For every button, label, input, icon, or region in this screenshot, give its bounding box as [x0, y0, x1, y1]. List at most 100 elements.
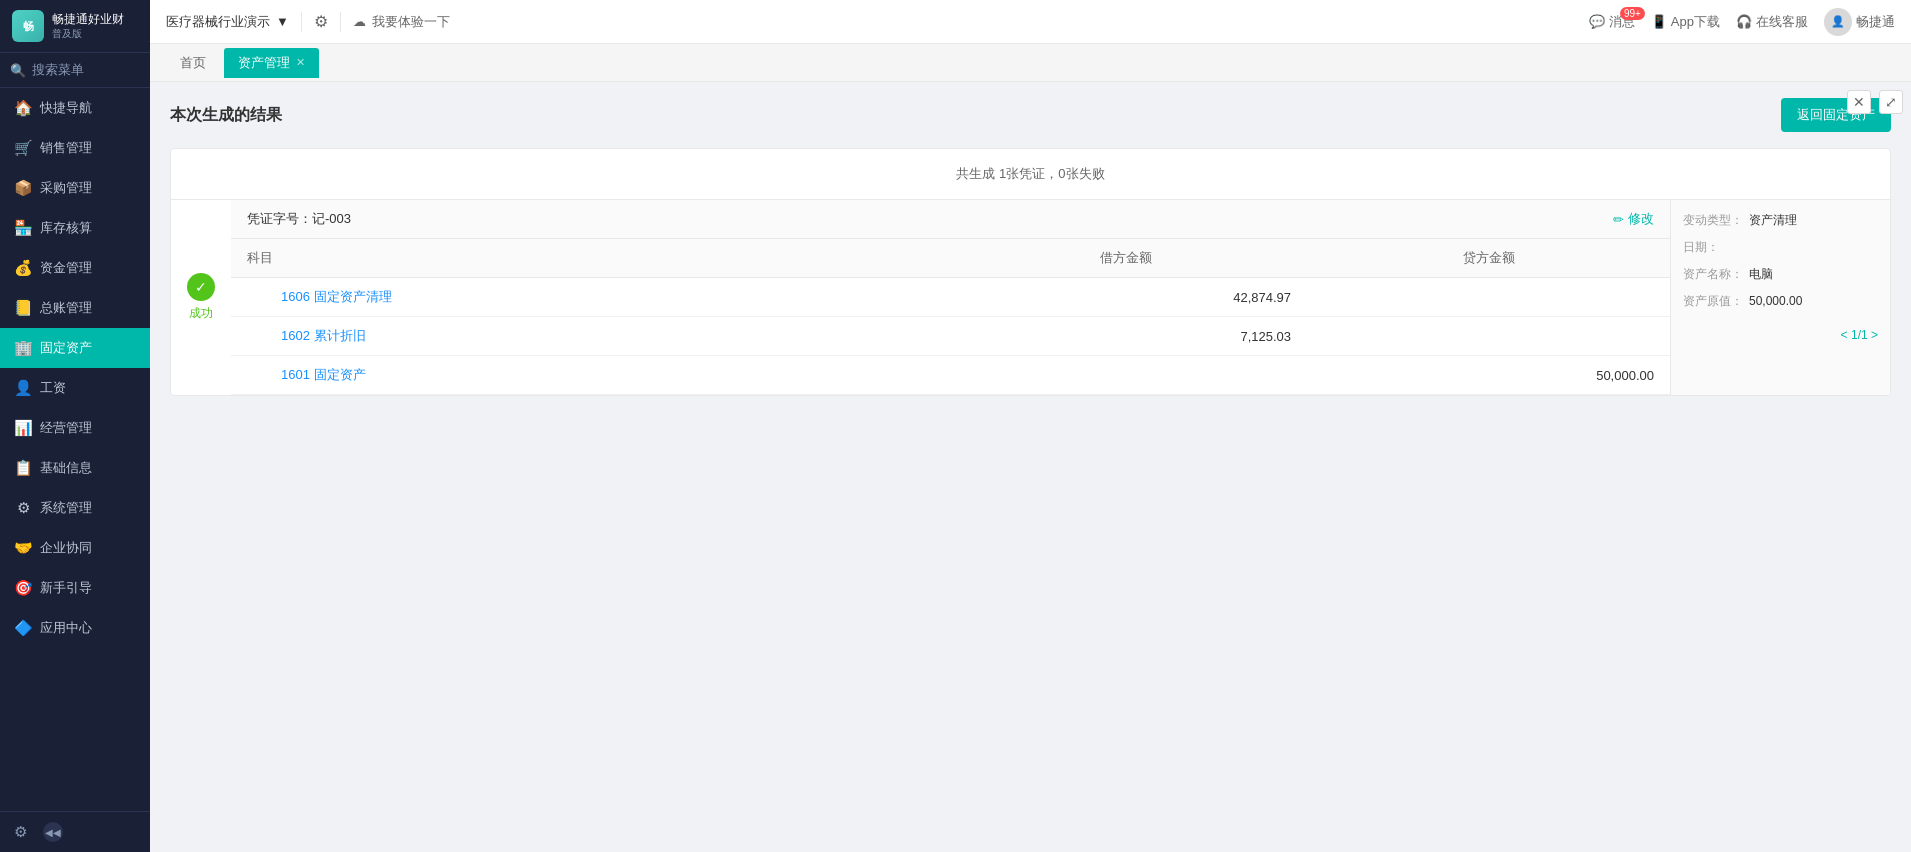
- tab-asset-mgmt-label: 资产管理: [238, 54, 290, 72]
- col-header-credit: 贷方金额: [1307, 239, 1670, 278]
- date-row: 日期：: [1683, 239, 1878, 256]
- topbar-divider2: [340, 12, 341, 32]
- debit-amount: [944, 356, 1307, 395]
- credit-amount: [1307, 278, 1670, 317]
- side-info-panel: 变动类型： 资产清理 日期： 资产名称： 电脑 资产原值： 50,000.00: [1670, 200, 1890, 395]
- edit-button[interactable]: ✏ 修改: [1613, 210, 1654, 228]
- sidebar-item-operations[interactable]: 📊 经营管理: [0, 408, 150, 448]
- messages-badge: 99+: [1620, 7, 1645, 20]
- sidebar-nav: 🛒 销售管理 📦 采购管理 🏪 库存核算 💰 资金管理 📒 总账管理 🏢 固定资…: [0, 128, 150, 811]
- main-content: 医疗器械行业演示 ▼ ⚙ ☁ 我要体验一下 💬 消息 99+ 📱 App下载 🎧…: [150, 0, 1911, 852]
- sidebar-item-label: 销售管理: [40, 139, 92, 157]
- message-icon: 💬: [1589, 14, 1605, 29]
- subject-link[interactable]: 1606 固定资产清理: [281, 289, 392, 304]
- page-title: 本次生成的结果: [170, 105, 282, 126]
- tab-close-icon[interactable]: ✕: [296, 56, 305, 69]
- app-download-button[interactable]: 📱 App下载: [1651, 13, 1720, 31]
- subject-link[interactable]: 1602 累计折旧: [281, 328, 366, 343]
- result-panel: 共生成 1张凭证，0张失败 ✓ 成功 凭证字号：记-003 ✏ 修改: [170, 148, 1891, 396]
- tab-home[interactable]: 首页: [166, 48, 220, 78]
- search-label: 搜索菜单: [32, 61, 84, 79]
- prev-page-icon[interactable]: <: [1841, 328, 1848, 342]
- settings-icon[interactable]: ⚙: [314, 12, 328, 31]
- asset-original-value: 50,000.00: [1749, 294, 1802, 308]
- next-page-icon[interactable]: >: [1871, 328, 1878, 342]
- table-row: 1606 固定资产清理 42,874.97: [231, 278, 1670, 317]
- sidebar-logo: 畅 畅捷通好业财 普及版: [0, 0, 150, 53]
- voucher-main: 凭证字号：记-003 ✏ 修改 科目 借方金额 贷方金额: [231, 200, 1670, 395]
- sidebar-item-fixed-assets[interactable]: 🏢 固定资产: [0, 328, 150, 368]
- credit-amount: 50,000.00: [1307, 356, 1670, 395]
- sidebar: 畅 畅捷通好业财 普及版 🔍 搜索菜单 🏠 快捷导航 🛒 销售管理 📦 采购管理…: [0, 0, 150, 852]
- sidebar-item-label: 企业协同: [40, 539, 92, 557]
- table-row: 1601 固定资产 50,000.00: [231, 356, 1670, 395]
- edit-label: 修改: [1628, 210, 1654, 228]
- table-row: 1602 累计折旧 7,125.03: [231, 317, 1670, 356]
- success-icon: ✓: [187, 273, 215, 301]
- user-menu[interactable]: 👤 畅捷通: [1824, 8, 1895, 36]
- asset-original-label: 资产原值：: [1683, 293, 1743, 310]
- dropdown-icon: ▼: [276, 14, 289, 29]
- topbar: 医疗器械行业演示 ▼ ⚙ ☁ 我要体验一下 💬 消息 99+ 📱 App下载 🎧…: [150, 0, 1911, 44]
- topbar-divider: [301, 12, 302, 32]
- sidebar-item-label: 采购管理: [40, 179, 92, 197]
- avatar: 👤: [1824, 8, 1852, 36]
- sidebar-item-label: 资金管理: [40, 259, 92, 277]
- sidebar-item-app-center[interactable]: 🔷 应用中心: [0, 608, 150, 648]
- sidebar-item-label: 新手引导: [40, 579, 92, 597]
- tabbar: 首页 资产管理 ✕: [150, 44, 1911, 82]
- app-subtitle: 普及版: [52, 27, 124, 40]
- voucher-number: 凭证字号：记-003: [247, 210, 351, 228]
- page-info: 1/1: [1851, 328, 1871, 342]
- sidebar-item-label: 总账管理: [40, 299, 92, 317]
- app-logo-icon: 畅: [12, 10, 44, 42]
- sidebar-item-system[interactable]: ⚙ 系统管理: [0, 488, 150, 528]
- sidebar-item-inventory[interactable]: 🏪 库存核算: [0, 208, 150, 248]
- sidebar-item-enterprise[interactable]: 🤝 企业协同: [0, 528, 150, 568]
- change-type-row: 变动类型： 资产清理: [1683, 212, 1878, 229]
- asset-original-row: 资产原值： 50,000.00: [1683, 293, 1878, 310]
- sidebar-item-purchase[interactable]: 📦 采购管理: [0, 168, 150, 208]
- date-label: 日期：: [1683, 239, 1719, 256]
- result-summary: 共生成 1张凭证，0张失败: [171, 149, 1890, 200]
- company-name: 医疗器械行业演示: [166, 13, 270, 31]
- page-content: ✕ ⤢ 本次生成的结果 返回固定资产 共生成 1张凭证，0张失败 ✓ 成功 凭证…: [150, 82, 1911, 852]
- messages-button[interactable]: 💬 消息 99+: [1589, 13, 1635, 31]
- close-panel-button[interactable]: ✕: [1847, 90, 1871, 114]
- voucher-section: ✓ 成功 凭证字号：记-003 ✏ 修改: [171, 200, 1890, 395]
- page-header: 本次生成的结果 返回固定资产: [170, 98, 1891, 132]
- expand-panel-button[interactable]: ⤢: [1879, 90, 1903, 114]
- online-service-button[interactable]: 🎧 在线客服: [1736, 13, 1808, 31]
- pagination: < 1/1 >: [1683, 320, 1878, 342]
- company-selector[interactable]: 医疗器械行业演示 ▼: [166, 13, 289, 31]
- sidebar-item-quick-nav[interactable]: 🏠 快捷导航: [0, 88, 150, 128]
- sidebar-item-base-info[interactable]: 📋 基础信息: [0, 448, 150, 488]
- sidebar-item-label: 快捷导航: [40, 99, 92, 117]
- sidebar-bottom: ⚙ ◀◀: [0, 811, 150, 852]
- experience-icon: ☁: [353, 14, 366, 29]
- sidebar-item-label: 库存核算: [40, 219, 92, 237]
- settings-icon[interactable]: ⚙: [14, 823, 27, 841]
- subject-link[interactable]: 1601 固定资产: [281, 367, 366, 382]
- sidebar-item-payroll[interactable]: 👤 工资: [0, 368, 150, 408]
- search-icon: 🔍: [10, 63, 26, 78]
- col-header-debit: 借方金额: [944, 239, 1307, 278]
- sidebar-item-guide[interactable]: 🎯 新手引导: [0, 568, 150, 608]
- sidebar-item-finance[interactable]: 💰 资金管理: [0, 248, 150, 288]
- app-download-label: App下载: [1671, 13, 1720, 31]
- sidebar-item-label: 系统管理: [40, 499, 92, 517]
- sidebar-item-sales[interactable]: 🛒 销售管理: [0, 128, 150, 168]
- sidebar-search[interactable]: 🔍 搜索菜单: [0, 53, 150, 88]
- app-title: 畅捷通好业财: [52, 12, 124, 28]
- content-controls: ✕ ⤢: [1847, 90, 1903, 114]
- tab-asset-mgmt[interactable]: 资产管理 ✕: [224, 48, 319, 78]
- change-type-label: 变动类型：: [1683, 212, 1743, 229]
- sidebar-collapse-button[interactable]: ◀◀: [43, 822, 63, 842]
- service-icon: 🎧: [1736, 14, 1752, 29]
- sidebar-item-ledger[interactable]: 📒 总账管理: [0, 288, 150, 328]
- experience-label: 我要体验一下: [372, 13, 450, 31]
- credit-amount: [1307, 317, 1670, 356]
- experience-button[interactable]: ☁ 我要体验一下: [353, 13, 450, 31]
- asset-name-label: 资产名称：: [1683, 266, 1743, 283]
- tab-home-label: 首页: [180, 54, 206, 72]
